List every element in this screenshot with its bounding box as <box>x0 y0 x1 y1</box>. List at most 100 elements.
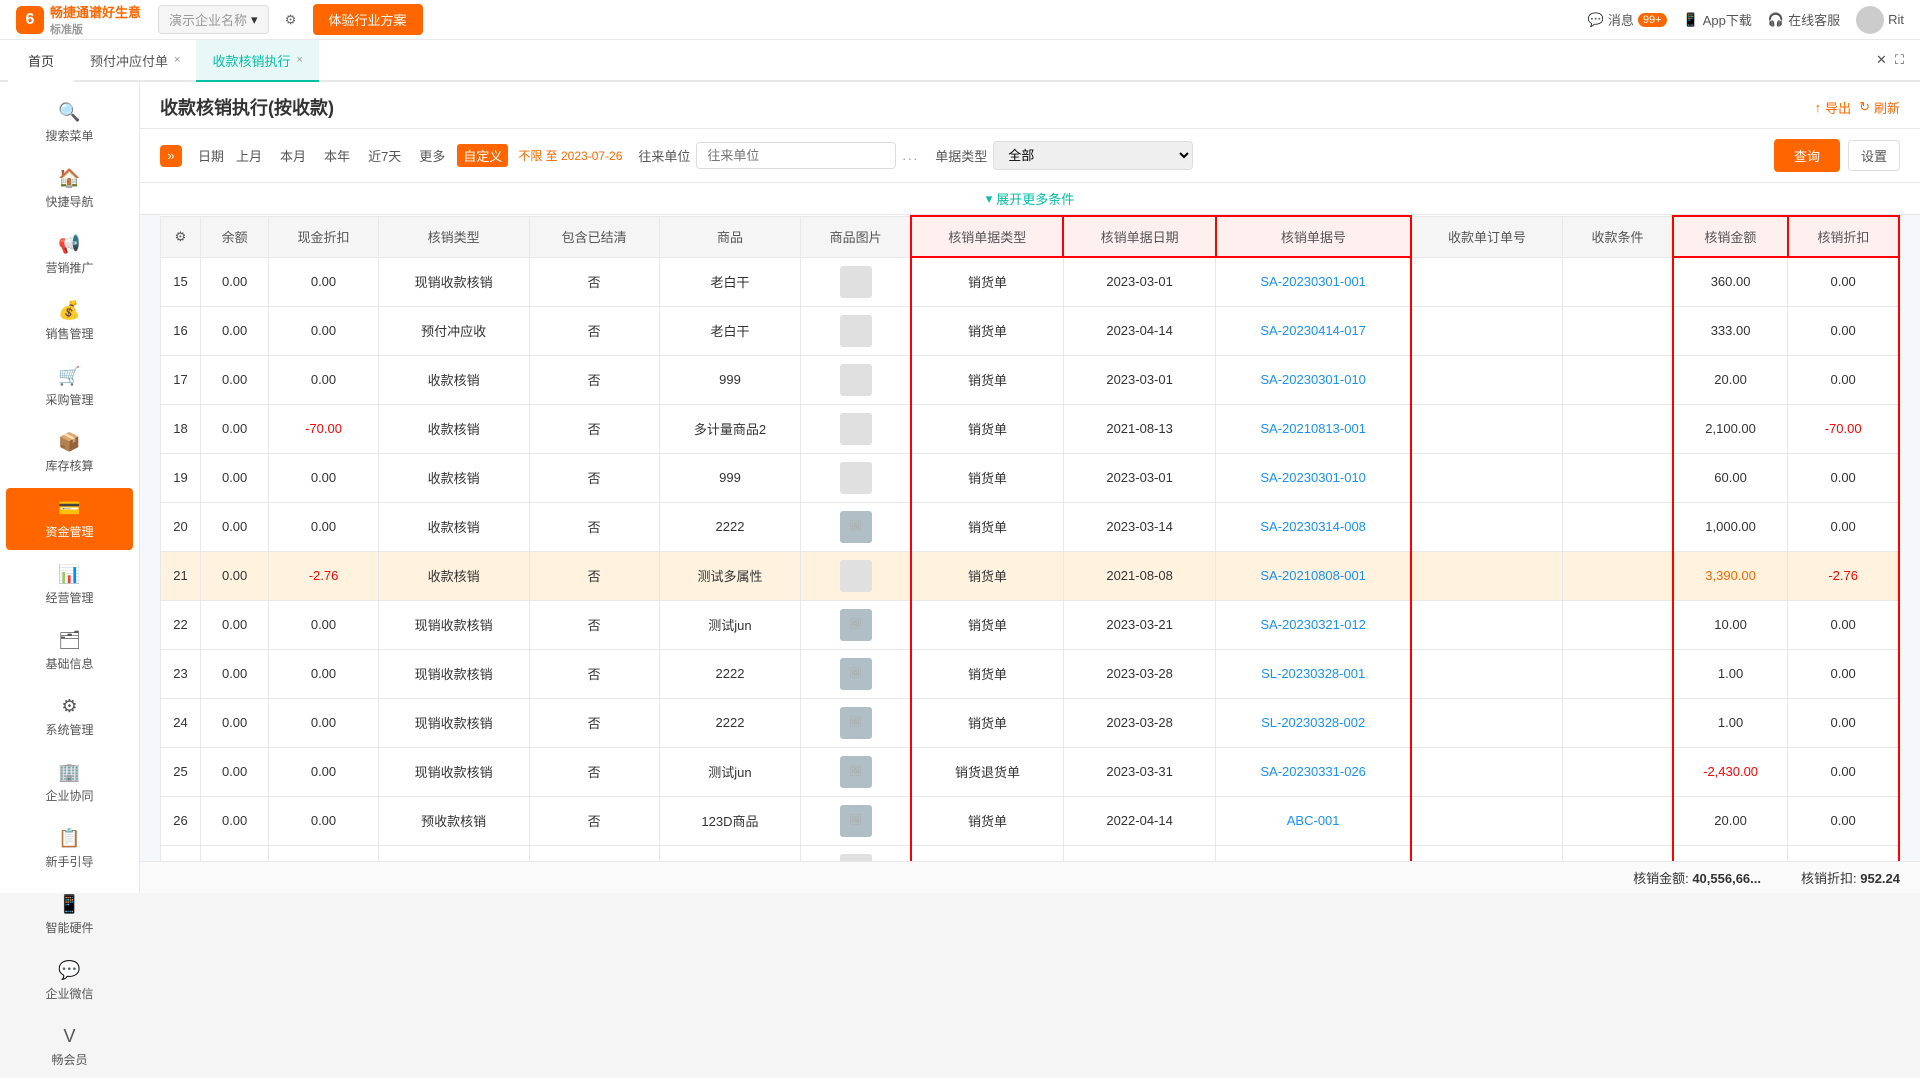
product-image <box>840 315 872 347</box>
date-btn-custom[interactable]: 自定义 <box>457 144 508 167</box>
verify-doc-no-cell: ABC-001 <box>1216 796 1411 845</box>
message-item[interactable]: 💬 消息 99+ <box>1588 10 1667 29</box>
balance: 0.00 <box>201 306 269 355</box>
th-receipt-condition: 收款条件 <box>1563 216 1673 257</box>
tab-maximize-icon[interactable]: ⛶ <box>1895 52 1904 68</box>
verify-doc-no-link[interactable]: ABC-001 <box>1287 813 1340 828</box>
tab-verify[interactable]: 收款核销执行 × <box>196 40 318 82</box>
verify-doc-no-cell: SA-20230414-017 <box>1216 306 1411 355</box>
verify-doc-type: 销货单 <box>911 306 1063 355</box>
verify-amount: 10.00 <box>1673 600 1788 649</box>
settings-icon[interactable]: ⚙ <box>277 6 305 34</box>
table-wrap[interactable]: ⚙ 余额 现金折扣 核销类型 包含已结清 商品 商品图片 核销单据类型 核销单据… <box>140 215 1920 861</box>
date-btn-7days[interactable]: 近7天 <box>362 144 407 167</box>
verify-doc-no-link[interactable]: SL-20230328-002 <box>1261 715 1365 730</box>
verify-doc-no-link[interactable]: SA-20230321-012 <box>1260 617 1366 632</box>
date-btn-this-year[interactable]: 本年 <box>318 144 356 167</box>
verify-discount: -2.76 <box>1788 551 1899 600</box>
verify-doc-no-link[interactable]: SA-20230301-010 <box>1260 372 1366 387</box>
sidebar-item-purchase[interactable]: 🛒 采购管理 <box>6 356 133 418</box>
sidebar-item-hardware[interactable]: 📱 智能硬件 <box>6 884 133 946</box>
chevron-down-icon: ▾ <box>986 191 993 207</box>
verify-doc-date: 2023-03-28 <box>1063 649 1215 698</box>
verify-doc-no-link[interactable]: SA-20230301-001 <box>1260 274 1366 289</box>
sidebar-item-wechat[interactable]: 💬 企业微信 <box>6 950 133 1012</box>
th-settings[interactable]: ⚙ <box>161 216 201 257</box>
sidebar-item-system[interactable]: ⚙ 系统管理 <box>6 686 133 748</box>
table-row: 210.00-2.76收款核销否测试多属性销货单2021-08-08SA-202… <box>161 551 1900 600</box>
sidebar-item-finance[interactable]: 💳 资金管理 <box>6 488 133 550</box>
sidebar-item-operation[interactable]: 📊 经营管理 <box>6 554 133 616</box>
member-icon: V <box>63 1026 75 1047</box>
export-button[interactable]: ↑ 导出 <box>1815 98 1852 117</box>
verify-doc-no-link[interactable]: SL-20230328-001 <box>1261 666 1365 681</box>
date-btn-more[interactable]: 更多 <box>413 144 451 167</box>
sidebar-item-quick-nav[interactable]: 🏠 快捷导航 <box>6 158 133 220</box>
column-settings-icon[interactable]: ⚙ <box>175 229 187 244</box>
include-cleared: 否 <box>529 551 659 600</box>
sidebar: 🔍 搜索菜单 🏠 快捷导航 📢 营销推广 💰 销售管理 🛒 采购管理 📦 库存核… <box>0 82 140 893</box>
settings-button[interactable]: 设置 <box>1848 140 1900 171</box>
query-button[interactable]: 查询 <box>1774 139 1840 172</box>
include-cleared: 否 <box>529 796 659 845</box>
verify-amount: 360.00 <box>1673 257 1788 306</box>
plan-button[interactable]: 体验行业方案 <box>313 4 423 35</box>
date-btn-last-month[interactable]: 上月 <box>230 144 268 167</box>
online-service-item[interactable]: 🎧 在线客服 <box>1768 10 1840 29</box>
tab-verify-close[interactable]: × <box>296 54 302 66</box>
verify-doc-date: 2023-03-14 <box>1063 502 1215 551</box>
filter-collapse-btn[interactable]: » <box>160 145 182 167</box>
sidebar-item-search-menu[interactable]: 🔍 搜索菜单 <box>6 92 133 154</box>
top-bar: 6 畅捷通谱好生意 标准版 演示企业名称 ▾ ⚙ 体验行业方案 💬 消息 99+… <box>0 0 1920 40</box>
verify-doc-no-cell: SA-20230301-010 <box>1216 355 1411 404</box>
verify-doc-type: 销货单 <box>911 600 1063 649</box>
date-btn-this-month[interactable]: 本月 <box>274 144 312 167</box>
verify-doc-no-link[interactable]: SA-20230331-026 <box>1260 764 1366 779</box>
app-download-item[interactable]: 📱 App下载 <box>1683 10 1752 29</box>
partner-input[interactable] <box>696 142 896 169</box>
sidebar-item-sales[interactable]: 💰 销售管理 <box>6 290 133 352</box>
verify-doc-no-link[interactable]: SA-20230414-017 <box>1260 323 1366 338</box>
verify-doc-no-link[interactable]: SA-20230314-008 <box>1260 519 1366 534</box>
balance: 0.00 <box>201 600 269 649</box>
sidebar-item-basic[interactable]: 🗂 基础信息 <box>6 620 133 682</box>
verify-discount: 0.00 <box>1788 845 1899 861</box>
balance: 0.00 <box>201 698 269 747</box>
row-num: 15 <box>161 257 201 306</box>
sidebar-item-member[interactable]: V 畅会员 <box>6 1016 133 1078</box>
user-item[interactable]: Rit <box>1856 6 1904 34</box>
verify-type: 现销收款核销 <box>378 257 529 306</box>
refresh-label: 刷新 <box>1874 98 1900 117</box>
tab-prepay[interactable]: 预付冲应付单 × <box>74 40 196 82</box>
company-selector[interactable]: 演示企业名称 ▾ <box>158 5 269 34</box>
doc-type-select[interactable]: 全部 <box>993 141 1193 170</box>
product-image <box>840 854 872 862</box>
sidebar-item-guide[interactable]: 📋 新手引导 <box>6 818 133 880</box>
tab-close-all-icon[interactable]: ✕ <box>1876 52 1887 68</box>
th-verify-doc-date: 核销单据日期 <box>1063 216 1215 257</box>
main-layout: 🔍 搜索菜单 🏠 快捷导航 📢 营销推广 💰 销售管理 🛒 采购管理 📦 库存核… <box>0 82 1920 893</box>
sidebar-item-inventory[interactable]: 📦 库存核算 <box>6 422 133 484</box>
sidebar-label-guide: 新手引导 <box>45 853 93 870</box>
verify-type: 现销收款核销 <box>378 600 529 649</box>
row-num: 22 <box>161 600 201 649</box>
tab-home[interactable]: 首页 <box>8 40 74 82</box>
verify-doc-no-link[interactable]: SA-20230301-010 <box>1260 470 1366 485</box>
verify-doc-date: 2023-03-01 <box>1063 453 1215 502</box>
top-bar-center: 演示企业名称 ▾ ⚙ 体验行业方案 <box>158 4 1576 35</box>
sidebar-item-enterprise[interactable]: 🏢 企业协同 <box>6 752 133 814</box>
product-image <box>840 364 872 396</box>
date-range: 不限 至 2023-07-26 <box>518 147 622 164</box>
refresh-button[interactable]: ↻ 刷新 <box>1859 98 1900 117</box>
verify-doc-no-cell: SA-20230301-001 <box>1216 257 1411 306</box>
verify-doc-no-link[interactable]: SA-20210808-001 <box>1260 568 1366 583</box>
product-image: 🖼 <box>840 756 872 788</box>
expand-button[interactable]: ▾ 展开更多条件 <box>986 189 1075 208</box>
sidebar-item-marketing[interactable]: 📢 营销推广 <box>6 224 133 286</box>
verify-doc-date: 2021-08-08 <box>1063 551 1215 600</box>
verify-doc-no-link[interactable]: SA-20210813-001 <box>1260 421 1366 436</box>
cash-discount: -70.00 <box>269 404 379 453</box>
verify-type: 收款核销 <box>378 551 529 600</box>
tab-bar-right: ✕ ⛶ <box>1876 40 1912 80</box>
tab-prepay-close[interactable]: × <box>174 54 180 66</box>
